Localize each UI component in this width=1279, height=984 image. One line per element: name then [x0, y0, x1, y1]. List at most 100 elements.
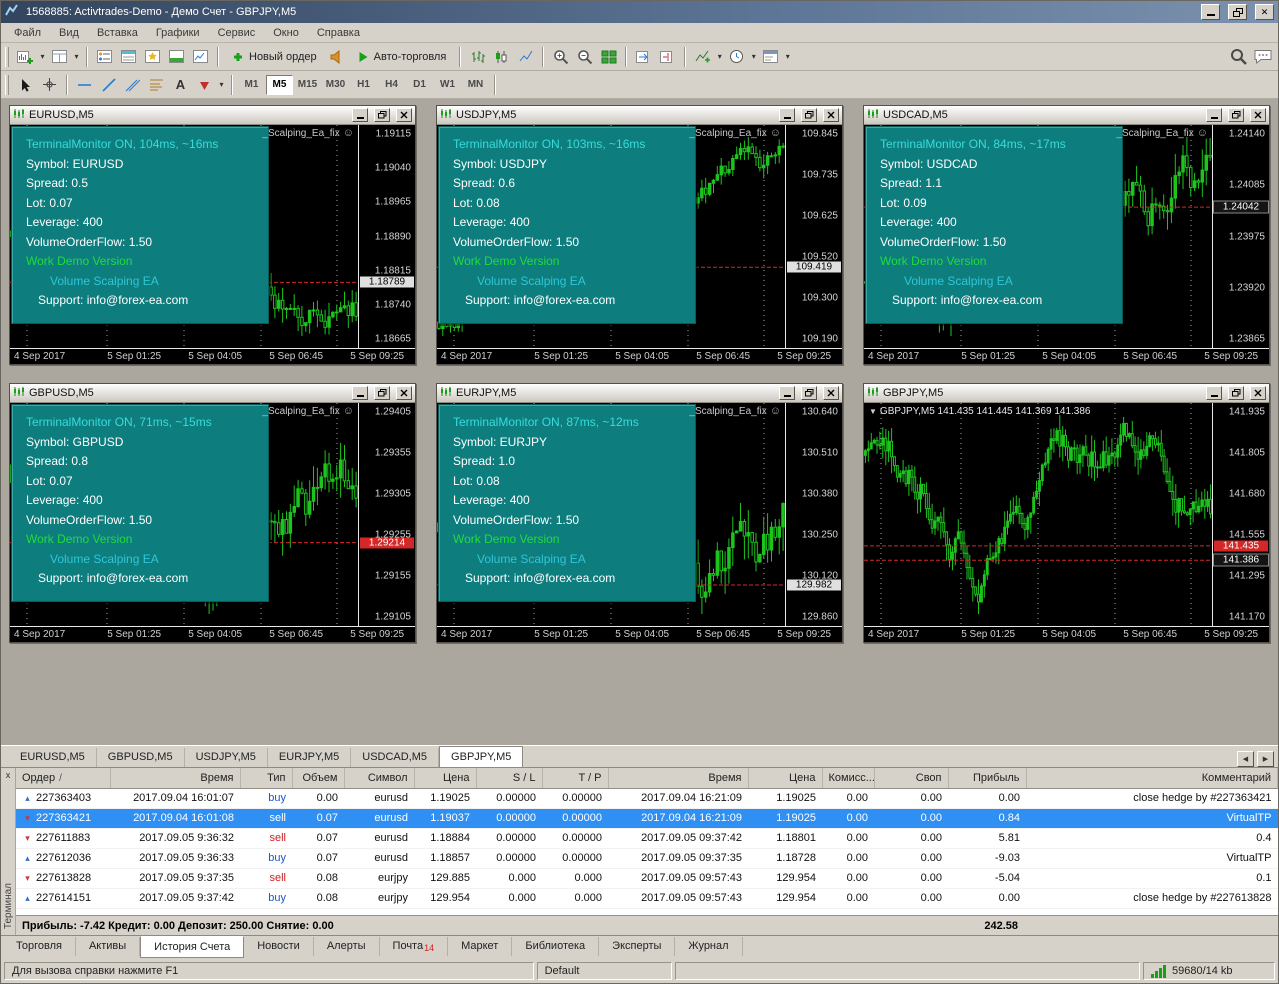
templates-icon[interactable]	[759, 46, 782, 68]
indicators-icon[interactable]	[691, 46, 714, 68]
time-axis[interactable]: 4 Sep 2017 5 Sep 01:25 5 Sep 04:05 5 Sep 06…	[437, 626, 842, 642]
terminal-tab[interactable]: Маркет	[448, 937, 513, 956]
timeframe-mn[interactable]: MN	[462, 75, 489, 95]
crosshair-icon[interactable]	[38, 74, 61, 96]
window-restore-button[interactable]	[1228, 4, 1247, 20]
market-watch-icon[interactable]	[93, 46, 116, 68]
timeframe-h4[interactable]: H4	[378, 75, 405, 95]
time-axis[interactable]: 4 Sep 2017 5 Sep 01:25 5 Sep 04:05 5 Sep 06…	[864, 626, 1269, 642]
window-titlebar[interactable]: 1568885: Activtrades-Demo - Демо Счет - …	[1, 1, 1278, 23]
text-tool-icon[interactable]: A	[169, 74, 192, 96]
chart-close-button[interactable]	[1250, 386, 1266, 400]
menu-item[interactable]: Файл	[5, 25, 50, 41]
timeframe-m30[interactable]: M30	[322, 75, 349, 95]
chart-area[interactable]: _Scalping_Ea_fix ☺ TerminalMonitor ON, 10…	[437, 125, 842, 348]
chart-tab[interactable]: GBPJPY,M5	[439, 746, 524, 767]
time-axis[interactable]: 4 Sep 2017 5 Sep 01:25 5 Sep 04:05 5 Sep 06…	[864, 348, 1269, 364]
toolbar-grip[interactable]	[5, 74, 9, 95]
navigator-icon[interactable]	[141, 46, 164, 68]
chart-restore-button[interactable]	[801, 386, 817, 400]
chart-minimize-button[interactable]	[352, 386, 368, 400]
chart-area[interactable]: _Scalping_Ea_fix ☺ TerminalMonitor ON, 87…	[437, 403, 842, 626]
chart-area[interactable]: _Scalping_Ea_fix ☺ TerminalMonitor ON, 10…	[10, 125, 415, 348]
tile-windows-icon[interactable]	[597, 46, 620, 68]
arrows-dropdown[interactable]: ▾	[217, 80, 226, 89]
terminal-tab[interactable]: Новости	[244, 937, 314, 956]
indicators-dropdown[interactable]: ▾	[715, 52, 724, 61]
periods-dropdown[interactable]: ▾	[749, 52, 758, 61]
terminal-close-button[interactable]: x	[6, 770, 11, 780]
terminal-tab[interactable]: Библиотека	[512, 937, 600, 956]
price-axis[interactable]: 109.845 109.735 109.625 109.520 109.300 109.1…	[785, 125, 842, 348]
toolbar-grip[interactable]	[5, 46, 9, 67]
time-axis[interactable]: 4 Sep 2017 5 Sep 01:25 5 Sep 04:05 5 Sep 06…	[437, 348, 842, 364]
chart-window-titlebar[interactable]: EURUSD,M5	[10, 106, 415, 125]
history-column-header[interactable]: Комментарий	[1026, 768, 1278, 789]
horizontal-line-icon[interactable]	[73, 74, 96, 96]
timeframe-m15[interactable]: M15	[294, 75, 321, 95]
history-column-header[interactable]: T / P	[542, 768, 609, 789]
terminal-panel-icon[interactable]	[165, 46, 188, 68]
chart-shift-icon[interactable]	[656, 46, 679, 68]
arrows-tool-icon[interactable]	[193, 74, 216, 96]
chart-restore-button[interactable]	[1228, 386, 1244, 400]
bar-chart-mode-icon[interactable]	[466, 46, 489, 68]
chart-minimize-button[interactable]	[1206, 386, 1222, 400]
timeframe-w1[interactable]: W1	[434, 75, 461, 95]
chart-close-button[interactable]	[823, 108, 839, 122]
price-axis[interactable]: 1.19115 1.19040 1.18965 1.18890 1.18815 1.187…	[358, 125, 415, 348]
history-column-header[interactable]: Ордер /	[16, 768, 111, 789]
tabs-scroll-right-icon[interactable]: ▶	[1257, 751, 1274, 767]
profiles-icon[interactable]	[48, 46, 71, 68]
chart-restore-button[interactable]	[374, 386, 390, 400]
history-column-header[interactable]: Время	[608, 768, 749, 789]
terminal-tab[interactable]: Журнал	[675, 937, 743, 956]
timeframe-h1[interactable]: H1	[350, 75, 377, 95]
chart-tab[interactable]: USDJPY,M5	[185, 748, 268, 767]
history-row[interactable]: ▴ 227612036 2017.09.05 9:36:33 buy 0.07 eurus…	[16, 848, 1278, 869]
history-column-header[interactable]: Символ	[344, 768, 415, 789]
chart-close-button[interactable]	[396, 386, 412, 400]
chart-tab[interactable]: GBPUSD,M5	[97, 748, 185, 767]
history-column-header[interactable]: Комисс...	[822, 768, 875, 789]
chart-minimize-button[interactable]	[779, 386, 795, 400]
price-axis[interactable]: 130.640 130.510 130.380 130.250 130.120 129.8…	[785, 403, 842, 626]
zoom-in-icon[interactable]	[549, 46, 572, 68]
timeframe-m5[interactable]: M5	[266, 74, 293, 95]
status-profile[interactable]: Default	[536, 962, 672, 980]
fibonacci-icon[interactable]	[145, 74, 168, 96]
chat-icon[interactable]	[1251, 46, 1274, 68]
chart-minimize-button[interactable]	[1206, 108, 1222, 122]
chart-window-titlebar[interactable]: USDCAD,M5	[864, 106, 1269, 125]
terminal-tab[interactable]: Алерты	[314, 937, 380, 956]
chart-plot[interactable]: ▼ GBPJPY,M5 141.435 141.445 141.369 141.3…	[864, 403, 1212, 626]
history-row[interactable]: ▾ 227363421 2017.09.04 16:01:08 sell 0.07 eur…	[16, 808, 1278, 829]
ohlc-dropdown-icon[interactable]: ▼	[869, 407, 877, 416]
terminal-tab[interactable]: Эксперты	[599, 937, 676, 956]
strategy-tester-icon[interactable]	[189, 46, 212, 68]
zoom-out-icon[interactable]	[573, 46, 596, 68]
chart-tab[interactable]: EURUSD,M5	[9, 748, 97, 767]
chart-close-button[interactable]	[396, 108, 412, 122]
chart-area[interactable]: _Scalping_Ea_fix ☺ TerminalMonitor ON, 71…	[10, 403, 415, 626]
new-order-button[interactable]: Новый ордер	[224, 46, 325, 68]
auto-scroll-icon[interactable]	[632, 46, 655, 68]
templates-dropdown[interactable]: ▾	[783, 52, 792, 61]
price-axis[interactable]: 141.935 141.805 141.680 141.555 141.295 141.1…	[1212, 403, 1269, 626]
new-chart-dropdown[interactable]: ▾	[38, 52, 47, 61]
history-column-header[interactable]: S / L	[476, 768, 543, 789]
cursor-icon[interactable]	[14, 74, 37, 96]
menu-item[interactable]: Вид	[50, 25, 88, 41]
chart-plot[interactable]: _Scalping_Ea_fix ☺ TerminalMonitor ON, 84…	[864, 125, 1212, 348]
tabs-scroll-left-icon[interactable]: ◀	[1237, 751, 1254, 767]
auto-trading-button[interactable]: Авто-торговля	[350, 46, 455, 68]
chart-window-titlebar[interactable]: GBPUSD,M5	[10, 384, 415, 403]
chart-minimize-button[interactable]	[779, 108, 795, 122]
window-minimize-button[interactable]	[1201, 4, 1220, 20]
chart-window-titlebar[interactable]: EURJPY,M5	[437, 384, 842, 403]
data-window-icon[interactable]	[117, 46, 140, 68]
time-axis[interactable]: 4 Sep 2017 5 Sep 01:25 5 Sep 04:05 5 Sep 06…	[10, 626, 415, 642]
timeframe-m1[interactable]: M1	[238, 75, 265, 95]
terminal-tab[interactable]: Почта 14	[380, 937, 449, 956]
time-axis[interactable]: 4 Sep 2017 5 Sep 01:25 5 Sep 04:05 5 Sep 06…	[10, 348, 415, 364]
